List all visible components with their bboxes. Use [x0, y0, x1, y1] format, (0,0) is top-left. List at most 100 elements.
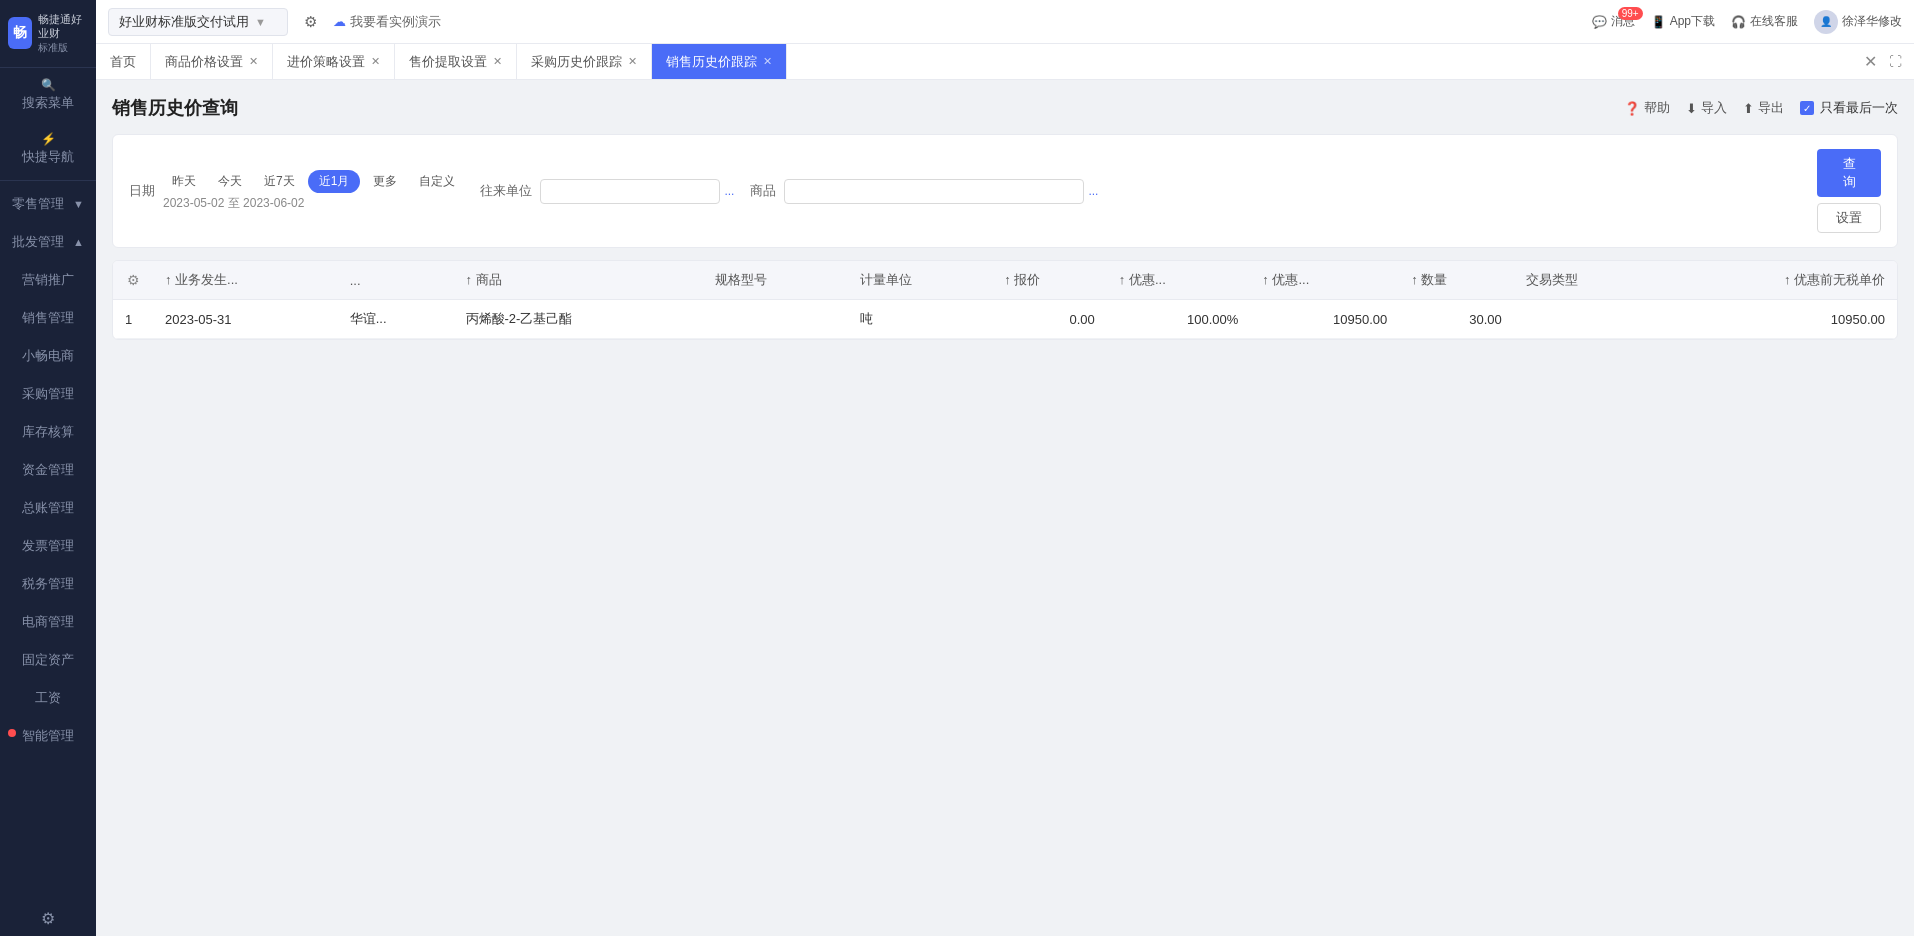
date-btn-more[interactable]: 更多 [364, 170, 406, 193]
help-question-icon: ❓ [1624, 101, 1640, 116]
cell-index: 1 [113, 300, 153, 339]
sidebar-item-inventory[interactable]: 库存核算 [0, 413, 96, 451]
tab-close-sale-history[interactable]: ✕ [763, 55, 772, 68]
tab-expand-btn[interactable]: ⛶ [1885, 52, 1906, 71]
filter-product-label: 商品 [750, 182, 776, 200]
filter-date-range: 2023-05-02 至 2023-06-02 [163, 195, 464, 212]
table-col-gear: ⚙ [113, 261, 153, 300]
content-area: 销售历史价查询 ❓ 帮助 ⬇ 导入 ⬆ 导出 只看最后一次 [96, 80, 1914, 936]
module-select[interactable]: 好业财标准版交付试用 ▼ [108, 8, 288, 36]
date-btn-7days[interactable]: 近7天 [255, 170, 304, 193]
topbar-gear-icon[interactable]: ⚙ [300, 9, 321, 35]
topbar-service-btn[interactable]: 🎧 在线客服 [1731, 13, 1798, 30]
sidebar-item-ledger[interactable]: 总账管理 [0, 489, 96, 527]
sidebar-item-wholesale[interactable]: 批发管理 ▲ [0, 223, 96, 261]
tab-close-product-price[interactable]: ✕ [249, 55, 258, 68]
supplier-more-btn[interactable]: ... [724, 184, 734, 198]
date-btn-custom[interactable]: 自定义 [410, 170, 464, 193]
query-button[interactable]: 查询 [1817, 149, 1881, 197]
smart-dot-indicator [8, 729, 16, 737]
help-link[interactable]: ❓ 帮助 [1624, 99, 1670, 117]
tabbar: 首页 商品价格设置 ✕ 进价策略设置 ✕ 售价提取设置 ✕ 采购历史价跟踪 ✕ … [96, 44, 1914, 80]
sidebar-bottom: ⚙ [0, 901, 96, 936]
import-link[interactable]: ⬇ 导入 [1686, 99, 1727, 117]
tab-close-sale-extract[interactable]: ✕ [493, 55, 502, 68]
sidebar-item-search[interactable]: 🔍 搜索菜单 [0, 68, 96, 122]
table-col-product[interactable]: ↑ 商品 [454, 261, 703, 300]
table-col-pretax-price[interactable]: ↑ 优惠前无税单价 [1659, 261, 1897, 300]
table-col-discount-rate[interactable]: ↑ 优惠... [1107, 261, 1250, 300]
cell-unit: 吨 [848, 300, 993, 339]
app-download-icon: 📱 [1651, 15, 1666, 29]
tab-home[interactable]: 首页 [96, 44, 151, 80]
table-gear-icon[interactable]: ⚙ [125, 272, 141, 288]
tab-close-btn[interactable]: ✕ [1860, 50, 1881, 73]
cell-price: 0.00 [992, 300, 1107, 339]
table-col-price[interactable]: ↑ 报价 [992, 261, 1107, 300]
table-col-discount-price[interactable]: ↑ 优惠... [1250, 261, 1399, 300]
sidebar-item-quick-nav[interactable]: ⚡ 快捷导航 [0, 122, 96, 176]
filter-supplier-input[interactable] [540, 179, 720, 204]
sidebar-item-smart[interactable]: 智能管理 [0, 717, 96, 755]
cell-qty: 30.00 [1399, 300, 1514, 339]
export-link[interactable]: ⬆ 导出 [1743, 99, 1784, 117]
setting-button[interactable]: 设置 [1817, 203, 1881, 233]
sidebar-item-assets[interactable]: 固定资产 [0, 641, 96, 679]
quick-nav-icon: ⚡ [41, 132, 56, 146]
cell-discount-rate: 100.00% [1107, 300, 1250, 339]
data-table-wrap: ⚙ ↑ 业务发生... ... ↑ 商品 规格型号 计量单位 ↑ 报价 [112, 260, 1898, 340]
sidebar-item-sales[interactable]: 销售管理 [0, 299, 96, 337]
chevron-down-icon: ▼ [73, 198, 84, 210]
tab-purchase-strategy[interactable]: 进价策略设置 ✕ [273, 44, 395, 80]
sidebar-item-finance[interactable]: 资金管理 [0, 451, 96, 489]
table-col-biz-date[interactable]: ↑ 业务发生... [153, 261, 338, 300]
cell-more: 华谊... [338, 300, 454, 339]
table-col-qty[interactable]: ↑ 数量 [1399, 261, 1514, 300]
date-btn-yesterday[interactable]: 昨天 [163, 170, 205, 193]
tab-close-purchase-history[interactable]: ✕ [628, 55, 637, 68]
demo-play-icon: ☁ [333, 14, 346, 29]
filter-date-label: 日期 [129, 182, 155, 200]
tab-product-price[interactable]: 商品价格设置 ✕ [151, 44, 273, 80]
sidebar-item-invoice[interactable]: 发票管理 [0, 527, 96, 565]
sidebar-item-ecommerce-small[interactable]: 小畅电商 [0, 337, 96, 375]
msg-icon: 💬 [1592, 15, 1607, 29]
page-actions: ❓ 帮助 ⬇ 导入 ⬆ 导出 只看最后一次 [1624, 99, 1898, 117]
filter-product-input-wrap: ... [784, 179, 1098, 204]
only-last-checkbox-label[interactable]: 只看最后一次 [1800, 99, 1898, 117]
tab-sale-history[interactable]: 销售历史价跟踪 ✕ [652, 44, 787, 80]
sidebar-item-retail[interactable]: 零售管理 ▼ [0, 185, 96, 223]
sidebar-item-tax[interactable]: 税务管理 [0, 565, 96, 603]
cell-spec [703, 300, 848, 339]
topbar-user-btn[interactable]: 👤 徐泽华修改 [1814, 10, 1902, 34]
topbar-app-btn[interactable]: 📱 App下载 [1651, 13, 1715, 30]
cell-trade-type [1514, 300, 1659, 339]
sidebar-item-purchase[interactable]: 采购管理 [0, 375, 96, 413]
tab-purchase-history[interactable]: 采购历史价跟踪 ✕ [517, 44, 652, 80]
topbar-demo-btn[interactable]: ☁ 我要看实例演示 [333, 13, 441, 31]
date-btn-today[interactable]: 今天 [209, 170, 251, 193]
settings-gear-icon[interactable]: ⚙ [41, 909, 55, 928]
import-icon: ⬇ [1686, 101, 1697, 116]
filter-actions: 查询 设置 [1817, 149, 1881, 233]
sidebar-item-ecommerce[interactable]: 电商管理 [0, 603, 96, 641]
tab-close-purchase-strategy[interactable]: ✕ [371, 55, 380, 68]
date-btn-1month[interactable]: 近1月 [308, 170, 361, 193]
data-table: ⚙ ↑ 业务发生... ... ↑ 商品 规格型号 计量单位 ↑ 报价 [113, 261, 1897, 339]
filter-date-group: 日期 昨天 今天 近7天 近1月 更多 自定义 2023-05-02 至 202… [129, 170, 464, 212]
search-icon: 🔍 [41, 78, 56, 92]
sidebar-item-marketing[interactable]: 营销推广 [0, 261, 96, 299]
tab-end-controls: ✕ ⛶ [1852, 50, 1914, 73]
sidebar-item-salary[interactable]: 工资 [0, 679, 96, 717]
only-last-checkbox[interactable] [1800, 101, 1814, 115]
sidebar-logo: 畅 畅捷通好业财 标准版 [0, 0, 96, 68]
tab-sale-extract[interactable]: 售价提取设置 ✕ [395, 44, 517, 80]
filter-supplier-label: 往来单位 [480, 182, 532, 200]
filter-supplier-input-wrap: ... [540, 179, 734, 204]
module-select-label: 好业财标准版交付试用 [119, 13, 249, 31]
filter-product-group: 商品 ... [750, 179, 1098, 204]
filter-product-input[interactable] [784, 179, 1084, 204]
topbar-msg-btn[interactable]: 💬 消息 99+ [1592, 13, 1635, 30]
product-more-btn[interactable]: ... [1088, 184, 1098, 198]
table-body: 1 2023-05-31 华谊... 丙烯酸-2-乙基己酯 吨 0.00 100… [113, 300, 1897, 339]
